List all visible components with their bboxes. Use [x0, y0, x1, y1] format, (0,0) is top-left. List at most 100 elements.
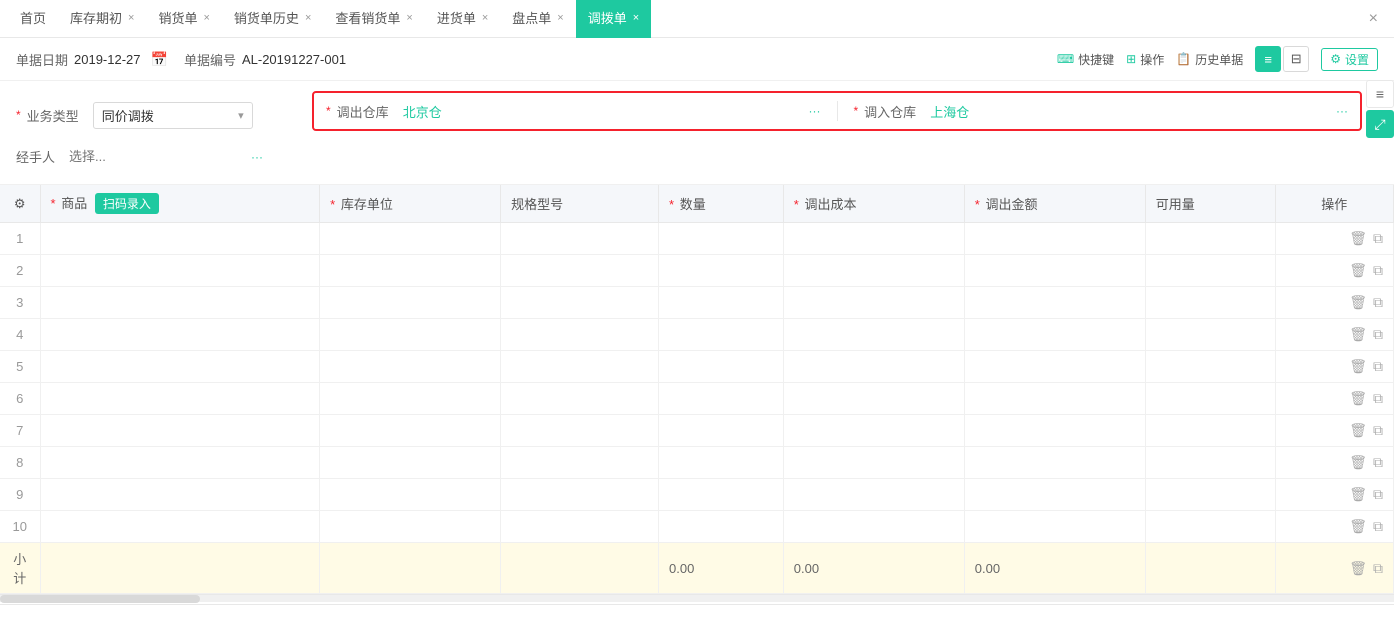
- cell-available[interactable]: [1145, 319, 1275, 351]
- copy-icon[interactable]: ⧉: [1373, 486, 1383, 503]
- cell-spec[interactable]: [501, 223, 659, 255]
- tab-transfer-order-close[interactable]: ×: [633, 12, 639, 24]
- cell-spec[interactable]: [501, 287, 659, 319]
- cell-amount[interactable]: [964, 351, 1145, 383]
- tab-view-sales-close[interactable]: ×: [406, 12, 412, 24]
- tab-transfer-order[interactable]: 调拨单 ×: [576, 0, 651, 38]
- business-type-select[interactable]: 同价调拨 ▾: [93, 102, 253, 129]
- cell-amount[interactable]: [964, 511, 1145, 543]
- cell-available[interactable]: [1145, 479, 1275, 511]
- cell-cost[interactable]: [783, 223, 964, 255]
- history-btn[interactable]: 📋 历史单据: [1176, 51, 1243, 68]
- cell-spec[interactable]: [501, 255, 659, 287]
- tab-sales-history[interactable]: 销货单历史 ×: [222, 0, 323, 38]
- cell-cost[interactable]: [783, 319, 964, 351]
- delete-icon[interactable]: 🗑: [1349, 518, 1367, 535]
- tab-inventory-count[interactable]: 盘点单 ×: [500, 0, 575, 38]
- cell-available[interactable]: [1145, 351, 1275, 383]
- cell-amount[interactable]: [964, 223, 1145, 255]
- cell-available[interactable]: [1145, 255, 1275, 287]
- delete-icon[interactable]: 🗑: [1349, 454, 1367, 471]
- cell-available[interactable]: [1145, 447, 1275, 479]
- delete-icon[interactable]: 🗑: [1349, 390, 1367, 407]
- cell-cost[interactable]: [783, 287, 964, 319]
- delete-icon[interactable]: 🗑: [1349, 262, 1367, 279]
- cell-qty[interactable]: [659, 319, 784, 351]
- cell-amount[interactable]: [964, 447, 1145, 479]
- tab-purchase-order[interactable]: 进货单 ×: [425, 0, 500, 38]
- cell-qty[interactable]: [659, 511, 784, 543]
- cell-available[interactable]: [1145, 511, 1275, 543]
- copy-icon[interactable]: ⧉: [1373, 454, 1383, 471]
- cell-qty[interactable]: [659, 351, 784, 383]
- copy-icon[interactable]: ⧉: [1373, 230, 1383, 247]
- cell-cost[interactable]: [783, 479, 964, 511]
- cell-product[interactable]: [40, 511, 320, 543]
- cell-product[interactable]: [40, 415, 320, 447]
- cell-spec[interactable]: [501, 319, 659, 351]
- cell-unit[interactable]: [320, 383, 501, 415]
- horizontal-scrollbar[interactable]: [0, 594, 1394, 602]
- tab-inventory-init-close[interactable]: ×: [128, 12, 134, 24]
- warehouse-out-more[interactable]: ···: [809, 104, 821, 118]
- delete-icon[interactable]: 🗑: [1349, 422, 1367, 439]
- handler-more[interactable]: ···: [251, 150, 263, 164]
- tab-view-sales[interactable]: 查看销货单 ×: [323, 0, 424, 38]
- cell-unit[interactable]: [320, 351, 501, 383]
- cell-product[interactable]: [40, 447, 320, 479]
- tab-sales-order-close[interactable]: ×: [203, 12, 209, 24]
- cell-cost[interactable]: [783, 415, 964, 447]
- cell-unit[interactable]: [320, 447, 501, 479]
- cell-available[interactable]: [1145, 383, 1275, 415]
- col-settings[interactable]: ⚙: [0, 185, 40, 223]
- cell-qty[interactable]: [659, 287, 784, 319]
- grid-view-btn[interactable]: ⊟: [1283, 46, 1309, 72]
- copy-icon[interactable]: ⧉: [1373, 422, 1383, 439]
- cell-spec[interactable]: [501, 479, 659, 511]
- tab-home[interactable]: 首页: [8, 0, 58, 38]
- cell-qty[interactable]: [659, 447, 784, 479]
- list-view-btn[interactable]: ≡: [1255, 46, 1281, 72]
- cell-product[interactable]: [40, 223, 320, 255]
- copy-icon[interactable]: ⧉: [1373, 518, 1383, 535]
- cell-spec[interactable]: [501, 447, 659, 479]
- cell-amount[interactable]: [964, 479, 1145, 511]
- handler-input[interactable]: [69, 149, 245, 164]
- cell-cost[interactable]: [783, 383, 964, 415]
- cell-unit[interactable]: [320, 415, 501, 447]
- copy-icon[interactable]: ⧉: [1373, 326, 1383, 343]
- cell-qty[interactable]: [659, 479, 784, 511]
- copy-icon[interactable]: ⧉: [1373, 294, 1383, 311]
- cell-product[interactable]: [40, 383, 320, 415]
- cell-unit[interactable]: [320, 287, 501, 319]
- scan-button[interactable]: 扫码录入: [95, 193, 159, 214]
- tab-inventory-init[interactable]: 库存期初 ×: [58, 0, 146, 38]
- cell-product[interactable]: [40, 479, 320, 511]
- delete-icon[interactable]: 🗑: [1349, 326, 1367, 343]
- cell-cost[interactable]: [783, 511, 964, 543]
- cell-qty[interactable]: [659, 255, 784, 287]
- copy-icon[interactable]: ⧉: [1373, 390, 1383, 407]
- copy-icon[interactable]: ⧉: [1373, 358, 1383, 375]
- settings-btn[interactable]: ⚙ 设置: [1321, 48, 1378, 71]
- cell-amount[interactable]: [964, 319, 1145, 351]
- sidebar-expand-icon[interactable]: ⤢: [1366, 110, 1394, 138]
- cell-amount[interactable]: [964, 287, 1145, 319]
- cell-spec[interactable]: [501, 383, 659, 415]
- cell-product[interactable]: [40, 255, 320, 287]
- cell-unit[interactable]: [320, 255, 501, 287]
- cell-product[interactable]: [40, 351, 320, 383]
- cell-cost[interactable]: [783, 447, 964, 479]
- cell-spec[interactable]: [501, 511, 659, 543]
- copy-icon[interactable]: ⧉: [1373, 560, 1383, 577]
- delete-icon[interactable]: 🗑: [1349, 294, 1367, 311]
- cell-available[interactable]: [1145, 223, 1275, 255]
- warehouse-in-more[interactable]: ···: [1336, 104, 1348, 118]
- cell-available[interactable]: [1145, 287, 1275, 319]
- delete-icon[interactable]: 🗑: [1349, 358, 1367, 375]
- operations-btn[interactable]: ⊞ 操作: [1126, 51, 1164, 68]
- tab-sales-order[interactable]: 销货单 ×: [146, 0, 221, 38]
- cell-unit[interactable]: [320, 223, 501, 255]
- cell-amount[interactable]: [964, 415, 1145, 447]
- close-all-tabs[interactable]: ×: [1361, 10, 1386, 28]
